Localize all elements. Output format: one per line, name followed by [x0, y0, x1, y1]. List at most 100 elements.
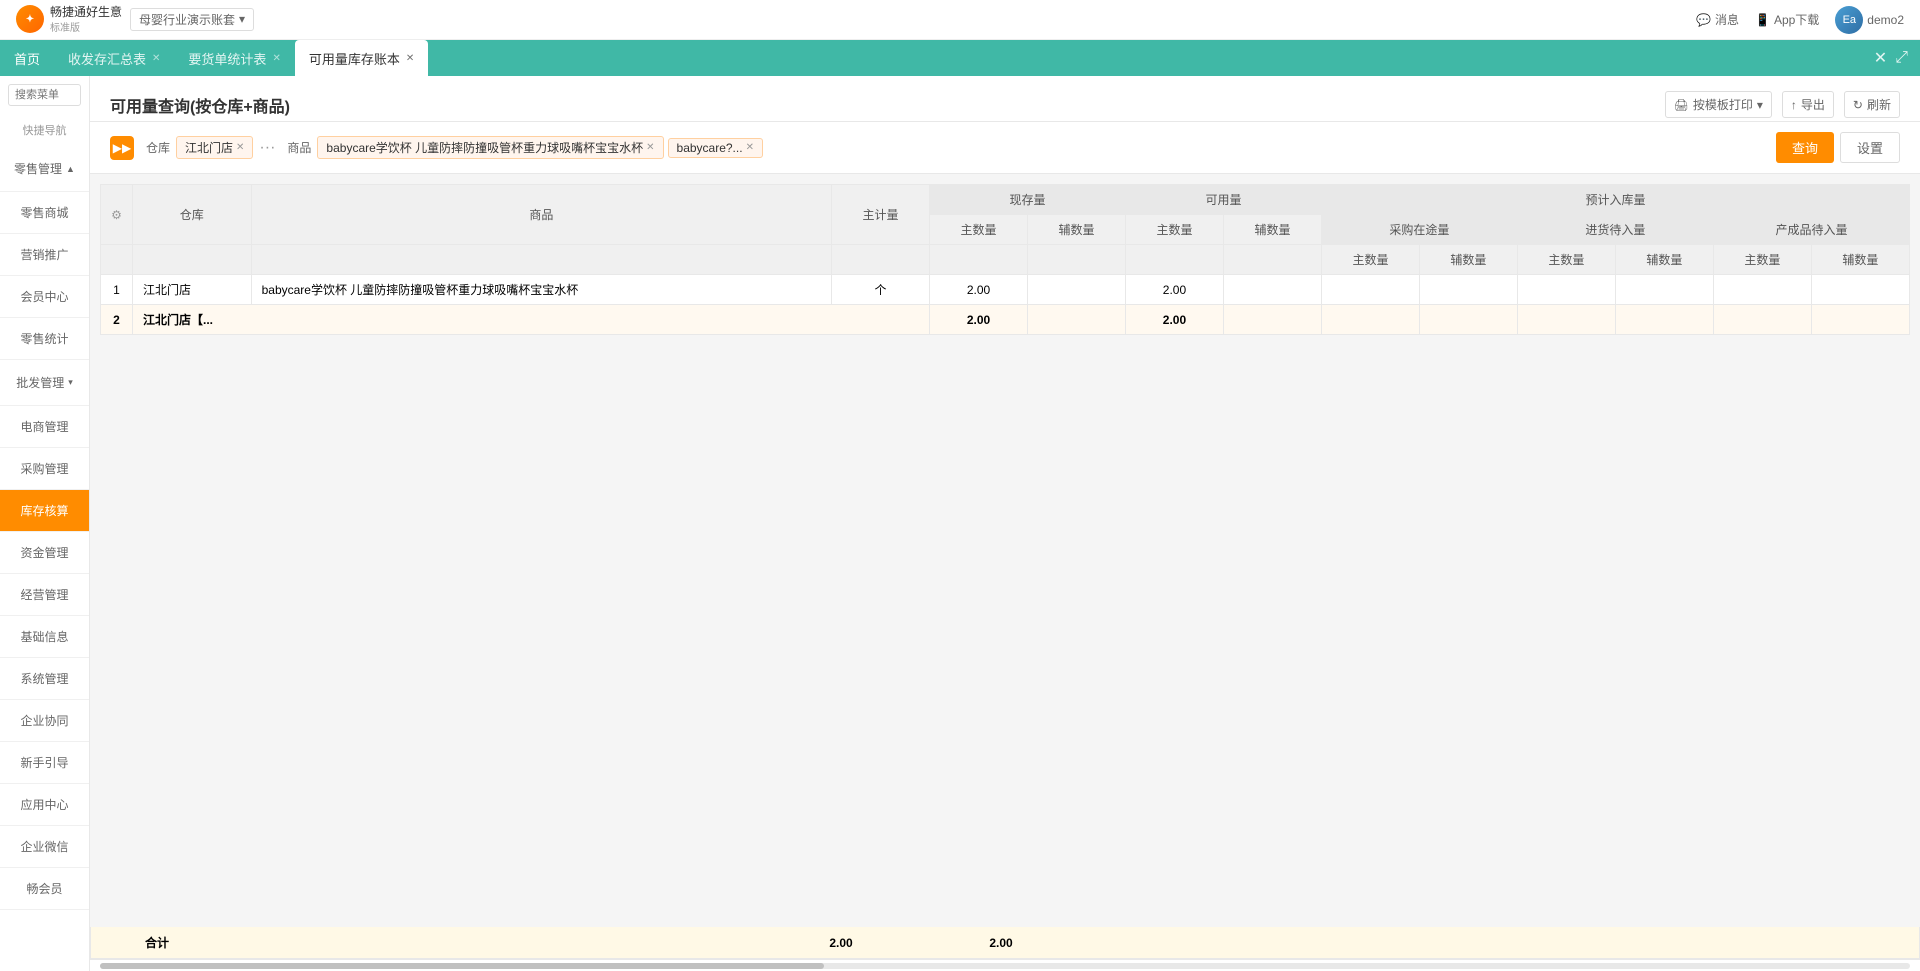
- sidebar-nav-label[interactable]: 快捷导航: [0, 114, 89, 146]
- th-main-unit: 主计量: [832, 185, 930, 245]
- th-finished-pending: 产成品待入量: [1713, 215, 1909, 245]
- sidebar-retail-mall-label: 零售商城: [20, 204, 68, 221]
- user-area[interactable]: Ea demo2: [1835, 6, 1904, 34]
- sidebar-retail-mgmt-label: 零售管理: [14, 160, 62, 177]
- home-label: 首页: [14, 49, 40, 68]
- tab-receipt-summary[interactable]: 收发存汇总表 ✕: [54, 40, 174, 76]
- sidebar-purchase-label: 采购管理: [20, 460, 68, 477]
- sidebar-app-center-label: 应用中心: [20, 796, 68, 813]
- sidebar-item-system-mgmt[interactable]: 系统管理: [0, 658, 89, 700]
- tab-home[interactable]: 首页: [0, 40, 54, 76]
- td-index: 1: [101, 275, 133, 305]
- sidebar-item-enterprise-collab[interactable]: 企业协同: [0, 700, 89, 742]
- expand-btn[interactable]: ⤢: [1895, 49, 1908, 67]
- td-subtotal-finished-aux: [1811, 305, 1909, 335]
- sidebar: 快捷导航 零售管理 ▲ 零售商城 营销推广 会员中心 零售统计 批发管理 ▾ 电…: [0, 76, 90, 971]
- app-download-btn[interactable]: 📱 App下载: [1755, 11, 1819, 28]
- main-layout: 快捷导航 零售管理 ▲ 零售商城 营销推广 会员中心 零售统计 批发管理 ▾ 电…: [0, 76, 1920, 971]
- sidebar-inventory-label: 库存核算: [20, 502, 68, 519]
- th-empty4: [832, 245, 930, 275]
- sidebar-item-inventory-check[interactable]: 库存核算: [0, 490, 89, 532]
- th-current-stock: 现存量: [930, 185, 1126, 215]
- product-label: 商品: [287, 139, 311, 156]
- sidebar-item-marketing[interactable]: 营销推广: [0, 234, 89, 276]
- sidebar-item-wholesale-mgmt[interactable]: 批发管理 ▾: [0, 360, 89, 406]
- sidebar-finance-label: 资金管理: [20, 544, 68, 561]
- warehouse-tag-jiangbei: 江北门店 ✕: [176, 136, 253, 159]
- footer-stock-main: 2.00: [801, 936, 881, 950]
- scroll-bar-area: [90, 959, 1920, 971]
- message-icon: 💬: [1696, 13, 1711, 27]
- tab-available-close[interactable]: ✕: [406, 53, 414, 64]
- td-subtotal-stock-main: 2.00: [930, 305, 1028, 335]
- th-finished-main: 主数量: [1713, 245, 1811, 275]
- tab-order-label: 要货单统计表: [188, 49, 266, 68]
- sidebar-item-retail-mall[interactable]: 零售商城: [0, 192, 89, 234]
- sidebar-item-ops-mgmt[interactable]: 经营管理: [0, 574, 89, 616]
- product-tag2-close[interactable]: ✕: [746, 142, 754, 153]
- tab-order-stats[interactable]: 要货单统计表 ✕: [174, 40, 294, 76]
- logo-icon: ✦: [16, 5, 44, 33]
- td-stock-aux: [1028, 275, 1126, 305]
- close-all-btn[interactable]: ✕: [1874, 48, 1887, 68]
- page-title: 可用量查询(按仓库+商品): [110, 93, 290, 117]
- td-finished-aux: [1811, 275, 1909, 305]
- th-inbound-pending: 进货待入量: [1517, 215, 1713, 245]
- th-empty6: [1028, 245, 1126, 275]
- sidebar-item-new-guide[interactable]: 新手引导: [0, 742, 89, 784]
- refresh-btn[interactable]: ↻ 刷新: [1844, 91, 1900, 118]
- warehouse-tag-close[interactable]: ✕: [236, 142, 244, 153]
- top-bar: ✦ 畅捷通好生意 标准版 母婴行业演示账套 ▾ 💬 消息 📱 App下载 Ea …: [0, 0, 1920, 40]
- footer-available-main: 2.00: [961, 936, 1041, 950]
- tab-receipt-close[interactable]: ✕: [152, 53, 160, 64]
- td-inbound-main: [1517, 275, 1615, 305]
- td-subtotal-purchase-main: [1321, 305, 1419, 335]
- username: demo2: [1867, 13, 1904, 27]
- gear-icon[interactable]: ⚙: [111, 208, 122, 222]
- filter-expand-btn[interactable]: ▶▶: [110, 136, 134, 160]
- settings-btn[interactable]: 设置: [1840, 132, 1900, 163]
- print-btn[interactable]: 🖨 按模板打印 ▾: [1665, 91, 1772, 118]
- message-btn[interactable]: 💬 消息: [1696, 11, 1739, 28]
- sidebar-item-member-vip[interactable]: 畅会员: [0, 868, 89, 910]
- warehouse-more-btn[interactable]: ···: [259, 139, 275, 157]
- th-purchase-transit: 采购在途量: [1321, 215, 1517, 245]
- filter-warehouse-group: 仓库 江北门店 ✕ ···: [146, 136, 275, 159]
- search-input[interactable]: [8, 84, 81, 106]
- tab-bar-right: ✕ ⤢: [1874, 48, 1920, 68]
- chevron-up-icon: ▲: [66, 164, 75, 174]
- product-tag-babycare2: babycare?... ✕: [668, 138, 763, 158]
- product-tags: babycare学饮杯 儿童防摔防撞吸管杯重力球吸嘴杯宝宝水杯 ✕ babyca…: [317, 136, 763, 159]
- th-available-aux-qty: 辅数量: [1223, 215, 1321, 245]
- sidebar-item-app-center[interactable]: 应用中心: [0, 784, 89, 826]
- page-actions: 🖨 按模板打印 ▾ ↑ 导出 ↻ 刷新: [1665, 91, 1900, 118]
- td-subtotal-stock-aux: [1028, 305, 1126, 335]
- industry-selector[interactable]: 母婴行业演示账套 ▾: [130, 8, 254, 31]
- sidebar-item-retail-mgmt[interactable]: 零售管理 ▲: [0, 146, 89, 192]
- sidebar-item-member-center[interactable]: 会员中心: [0, 276, 89, 318]
- tab-available-stock[interactable]: 可用量库存账本 ✕: [295, 40, 428, 76]
- th-empty3: [251, 245, 831, 275]
- th-empty1: [101, 245, 133, 275]
- sidebar-item-basic-info[interactable]: 基础信息: [0, 616, 89, 658]
- logo-text: 畅捷通好生意: [50, 5, 122, 19]
- scroll-thumb[interactable]: [100, 963, 824, 969]
- product-tag-close[interactable]: ✕: [646, 142, 654, 153]
- sidebar-item-finance-mgmt[interactable]: 资金管理: [0, 532, 89, 574]
- sidebar-item-purchase-mgmt[interactable]: 采购管理: [0, 448, 89, 490]
- scroll-track[interactable]: [100, 963, 1910, 969]
- td-warehouse: 江北门店: [133, 275, 252, 305]
- sidebar-wholesale-label: 批发管理: [16, 374, 64, 391]
- query-btn[interactable]: 查询: [1776, 132, 1834, 163]
- tab-order-close[interactable]: ✕: [272, 53, 280, 64]
- sidebar-item-retail-stats[interactable]: 零售统计: [0, 318, 89, 360]
- th-stock-aux-qty: 辅数量: [1028, 215, 1126, 245]
- app-icon: 📱: [1755, 13, 1770, 27]
- sidebar-member-vip-label: 畅会员: [26, 880, 62, 897]
- export-btn[interactable]: ↑ 导出: [1782, 91, 1834, 118]
- sidebar-ops-label: 经营管理: [20, 586, 68, 603]
- sidebar-item-ecommerce[interactable]: 电商管理: [0, 406, 89, 448]
- logo-text-block: 畅捷通好生意 标准版: [50, 5, 122, 34]
- tab-available-label: 可用量库存账本: [309, 49, 400, 68]
- sidebar-item-enterprise-wechat[interactable]: 企业微信: [0, 826, 89, 868]
